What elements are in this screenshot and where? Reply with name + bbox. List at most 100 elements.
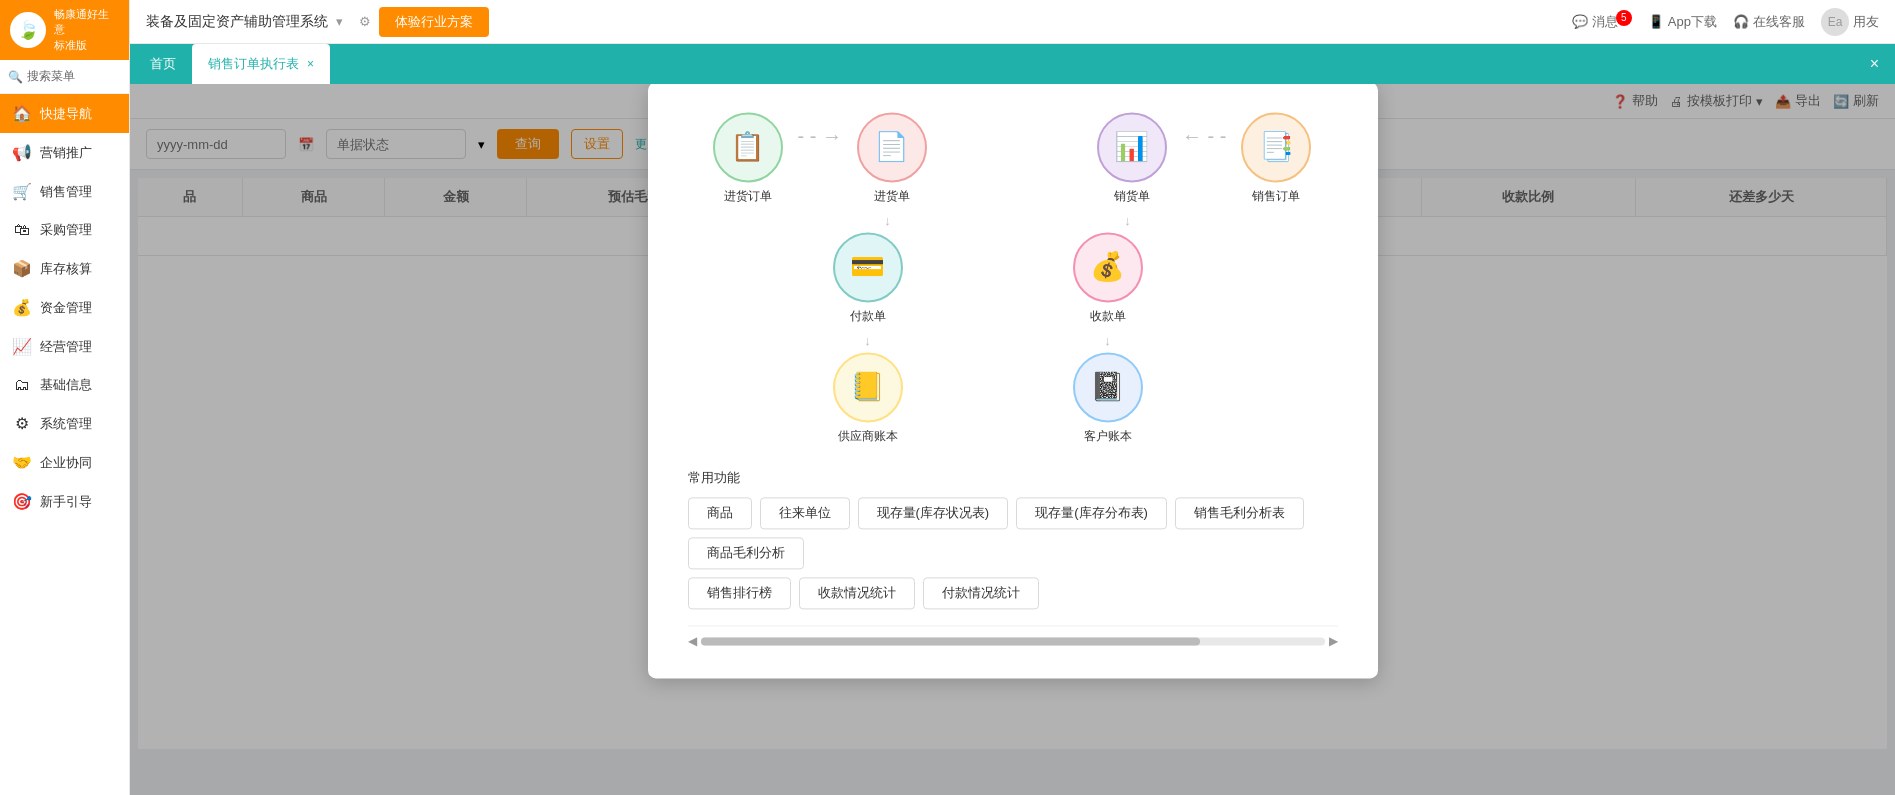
func-btn-payment-stat[interactable]: 付款情况统计 [923, 577, 1039, 609]
common-functions-title: 常用功能 [688, 469, 1338, 487]
download-icon: 📱 [1648, 14, 1664, 29]
sale-bill-icon: 📊 [1114, 130, 1149, 163]
search-icon: 🔍 [8, 70, 23, 84]
func-btn-sales-margin[interactable]: 销售毛利分析表 [1175, 497, 1304, 529]
flow-row-2: 💳 付款单 💰 收款单 [808, 232, 1168, 325]
receipt-label: 收款单 [1090, 308, 1126, 325]
sidebar-item-operations[interactable]: 📈 经营管理 [0, 327, 129, 366]
payment-label: 付款单 [850, 308, 886, 325]
message-btn[interactable]: 💬 消息 5 [1572, 13, 1632, 31]
top-bar-actions: 💬 消息 5 📱 App下载 🎧 在线客服 Ea 用友 [1572, 8, 1879, 36]
sidebar-item-guide[interactable]: 🎯 新手引导 [0, 482, 129, 521]
tab-sales-order[interactable]: 销售订单执行表 × [192, 44, 330, 84]
sidebar-search[interactable]: 🔍 搜索菜单 [0, 60, 129, 94]
sidebar-logo: 🍃 畅康通好生意 标准版 [0, 0, 129, 60]
purchase-order-label: 进货订单 [724, 188, 772, 205]
inventory-icon: 📦 [12, 259, 32, 278]
tab-close-icon[interactable]: × [307, 57, 314, 71]
app-download-btn[interactable]: 📱 App下载 [1648, 13, 1717, 31]
flow-item-payment[interactable]: 💳 付款单 [808, 232, 928, 325]
func-btn-stock-dist[interactable]: 现存量(库存分布表) [1016, 497, 1167, 529]
purchase-order-circle: 📋 [713, 112, 783, 182]
flow-item-sale-bill[interactable]: 📊 销货单 [1072, 112, 1192, 205]
customer-circle: 📓 [1073, 352, 1143, 422]
tabs-bar: 首页 销售订单执行表 × × [130, 44, 1895, 84]
purchase-bill-icon: 📄 [874, 130, 909, 163]
avatar: Ea [1821, 8, 1849, 36]
sidebar-item-system[interactable]: ⚙ 系统管理 [0, 404, 129, 443]
message-badge: 5 [1616, 10, 1632, 26]
sidebar-item-finance[interactable]: 💰 资金管理 [0, 288, 129, 327]
settings-icon[interactable]: ⚙ [359, 14, 371, 29]
flow-item-customer-ledger[interactable]: 📓 客户账本 [1048, 352, 1168, 445]
sale-bill-label: 销货单 [1114, 188, 1150, 205]
flow-item-purchase-bill[interactable]: 📄 进货单 [832, 112, 952, 205]
scroll-right-arrow[interactable]: ▶ [1329, 634, 1338, 648]
logo-text: 畅康通好生意 标准版 [54, 7, 119, 53]
home-icon: 🏠 [12, 104, 32, 123]
basic-info-icon: 🗂 [12, 376, 32, 394]
flow-item-receipt[interactable]: 💰 收款单 [1048, 232, 1168, 325]
modal-scrollbar: ◀ ▶ [688, 625, 1338, 648]
payment-circle: 💳 [833, 232, 903, 302]
func-buttons-row2: 销售排行榜 收款情况统计 付款情况统计 [688, 577, 1338, 609]
supplier-label: 供应商账本 [838, 428, 898, 445]
dropdown-icon[interactable]: ▾ [336, 14, 343, 29]
sidebar-item-home[interactable]: 🏠 快捷导航 [0, 94, 129, 133]
customer-icon: 📓 [1090, 370, 1125, 403]
func-btn-product-margin[interactable]: 商品毛利分析 [688, 537, 804, 569]
common-functions-section: 常用功能 商品 往来单位 现存量(库存状况表) 现存量(库存分布表) 销售毛利分… [688, 469, 1338, 609]
quick-navigation-modal: 📋 进货订单 - - → 📄 进货单 [648, 84, 1378, 678]
tab-home[interactable]: 首页 [134, 44, 192, 84]
scroll-track[interactable] [701, 637, 1325, 645]
message-icon: 💬 [1572, 14, 1588, 29]
sidebar-item-inventory[interactable]: 📦 库存核算 [0, 249, 129, 288]
purchase-bill-label: 进货单 [874, 188, 910, 205]
flow-item-sale-order[interactable]: 📑 销售订单 [1216, 112, 1336, 205]
receipt-circle: 💰 [1073, 232, 1143, 302]
purchase-order-icon: 📋 [730, 130, 765, 163]
marketing-icon: 📢 [12, 143, 32, 162]
sales-icon: 🛒 [12, 182, 32, 201]
customer-label: 客户账本 [1084, 428, 1132, 445]
scroll-thumb [701, 637, 1200, 645]
flow-item-purchase-order[interactable]: 📋 进货订单 [688, 112, 808, 205]
experience-button[interactable]: 体验行业方案 [379, 7, 489, 37]
sidebar-item-marketing[interactable]: 📢 营销推广 [0, 133, 129, 172]
purchase-bill-circle: 📄 [857, 112, 927, 182]
func-btn-sales-rank[interactable]: 销售排行榜 [688, 577, 791, 609]
sale-order-circle: 📑 [1241, 112, 1311, 182]
down-arrow-rec: ↓ [1104, 333, 1111, 348]
flow-row-1: 📋 进货订单 - - → 📄 进货单 [688, 112, 1337, 205]
func-btn-product[interactable]: 商品 [688, 497, 752, 529]
down-arrow-pb: ↓ [884, 213, 891, 228]
func-buttons-row1: 商品 往来单位 现存量(库存状况表) 现存量(库存分布表) 销售毛利分析表 商品… [688, 497, 1338, 569]
user-info-btn[interactable]: Ea 用友 [1821, 8, 1879, 36]
sidebar-item-sales[interactable]: 🛒 销售管理 [0, 172, 129, 211]
collaboration-icon: 🤝 [12, 453, 32, 472]
receipt-icon: 💰 [1090, 250, 1125, 283]
flow-item-supplier-ledger[interactable]: 📒 供应商账本 [808, 352, 928, 445]
window-close-btn[interactable]: × [1858, 55, 1891, 73]
sidebar-item-collaboration[interactable]: 🤝 企业协同 [0, 443, 129, 482]
content-area: ❓ 帮助 🖨 按模板打印 ▾ 📤 导出 🔄 刷新 [130, 84, 1895, 795]
operations-icon: 📈 [12, 337, 32, 356]
func-btn-counterpart[interactable]: 往来单位 [760, 497, 850, 529]
guide-icon: 🎯 [12, 492, 32, 511]
func-btn-receipt-stat[interactable]: 收款情况统计 [799, 577, 915, 609]
flow-row-3: 📒 供应商账本 📓 客户账本 [808, 352, 1168, 445]
supplier-icon: 📒 [850, 370, 885, 403]
purchase-icon: 🛍 [12, 221, 32, 239]
sidebar-nav: 🏠 快捷导航 📢 营销推广 🛒 销售管理 🛍 采购管理 📦 库存核算 💰 [0, 94, 129, 795]
scroll-left-arrow[interactable]: ◀ [688, 634, 697, 648]
sidebar-item-basic-info[interactable]: 🗂 基础信息 [0, 366, 129, 404]
main-area: 装备及固定资产辅助管理系统 ▾ ⚙ 体验行业方案 💬 消息 5 📱 App下载 … [130, 0, 1895, 795]
sidebar: 🍃 畅康通好生意 标准版 🔍 搜索菜单 🏠 快捷导航 📢 营销推广 🛒 销售管理 [0, 0, 130, 795]
down-arrow-sb: ↓ [1124, 213, 1131, 228]
top-bar: 装备及固定资产辅助管理系统 ▾ ⚙ 体验行业方案 💬 消息 5 📱 App下载 … [130, 0, 1895, 44]
func-btn-stock-status[interactable]: 现存量(库存状况表) [858, 497, 1009, 529]
sale-bill-circle: 📊 [1097, 112, 1167, 182]
system-icon: ⚙ [12, 414, 32, 433]
sidebar-item-purchase[interactable]: 🛍 采购管理 [0, 211, 129, 249]
online-service-btn[interactable]: 🎧 在线客服 [1733, 13, 1805, 31]
